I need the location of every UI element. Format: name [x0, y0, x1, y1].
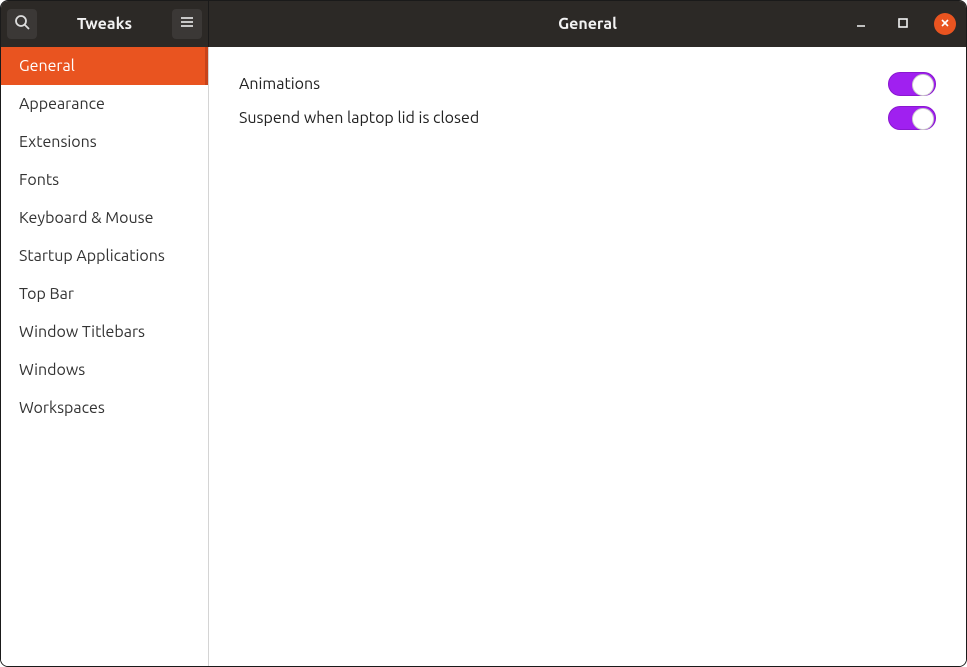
sidebar-item-fonts[interactable]: Fonts	[1, 161, 208, 199]
maximize-button[interactable]	[892, 13, 914, 35]
toggle-animations[interactable]	[888, 72, 936, 96]
sidebar-item-keyboard-mouse[interactable]: Keyboard & Mouse	[1, 199, 208, 237]
menu-button[interactable]	[172, 9, 202, 39]
sidebar-item-window-titlebars[interactable]: Window Titlebars	[1, 313, 208, 351]
window-body: General Appearance Extensions Fonts Keyb…	[1, 47, 966, 666]
content-panel: Animations Suspend when laptop lid is cl…	[209, 47, 966, 666]
sidebar-item-label: Keyboard & Mouse	[19, 209, 153, 227]
sidebar-item-label: Appearance	[19, 95, 105, 113]
hamburger-icon	[179, 14, 195, 34]
sidebar-item-label: Extensions	[19, 133, 97, 151]
sidebar-item-label: General	[19, 57, 75, 75]
search-button[interactable]	[7, 9, 37, 39]
app-title: Tweaks	[43, 15, 166, 33]
sidebar-item-workspaces[interactable]: Workspaces	[1, 389, 208, 427]
setting-label: Suspend when laptop lid is closed	[239, 109, 479, 127]
search-icon	[14, 14, 30, 34]
sidebar-item-label: Window Titlebars	[19, 323, 145, 341]
titlebar-left: Tweaks	[1, 1, 209, 47]
minimize-button[interactable]	[850, 13, 872, 35]
sidebar-item-extensions[interactable]: Extensions	[1, 123, 208, 161]
sidebar-item-label: Fonts	[19, 171, 59, 189]
page-title: General	[558, 15, 617, 33]
sidebar: General Appearance Extensions Fonts Keyb…	[1, 47, 209, 666]
sidebar-item-label: Workspaces	[19, 399, 105, 417]
setting-row-suspend-lid: Suspend when laptop lid is closed	[239, 101, 936, 135]
app-window: Tweaks General	[0, 0, 967, 667]
setting-row-animations: Animations	[239, 67, 936, 101]
setting-label: Animations	[239, 75, 320, 93]
close-button[interactable]	[934, 13, 956, 35]
toggle-suspend-lid[interactable]	[888, 106, 936, 130]
minimize-icon	[855, 15, 867, 33]
sidebar-item-label: Startup Applications	[19, 247, 165, 265]
window-controls	[850, 13, 956, 35]
maximize-icon	[897, 15, 909, 33]
sidebar-item-appearance[interactable]: Appearance	[1, 85, 208, 123]
titlebar: Tweaks General	[1, 1, 966, 47]
titlebar-right: General	[209, 1, 966, 47]
sidebar-item-top-bar[interactable]: Top Bar	[1, 275, 208, 313]
sidebar-item-label: Top Bar	[19, 285, 74, 303]
close-icon	[939, 15, 951, 33]
sidebar-item-startup-applications[interactable]: Startup Applications	[1, 237, 208, 275]
sidebar-item-label: Windows	[19, 361, 85, 379]
sidebar-item-windows[interactable]: Windows	[1, 351, 208, 389]
sidebar-item-general[interactable]: General	[1, 47, 208, 85]
